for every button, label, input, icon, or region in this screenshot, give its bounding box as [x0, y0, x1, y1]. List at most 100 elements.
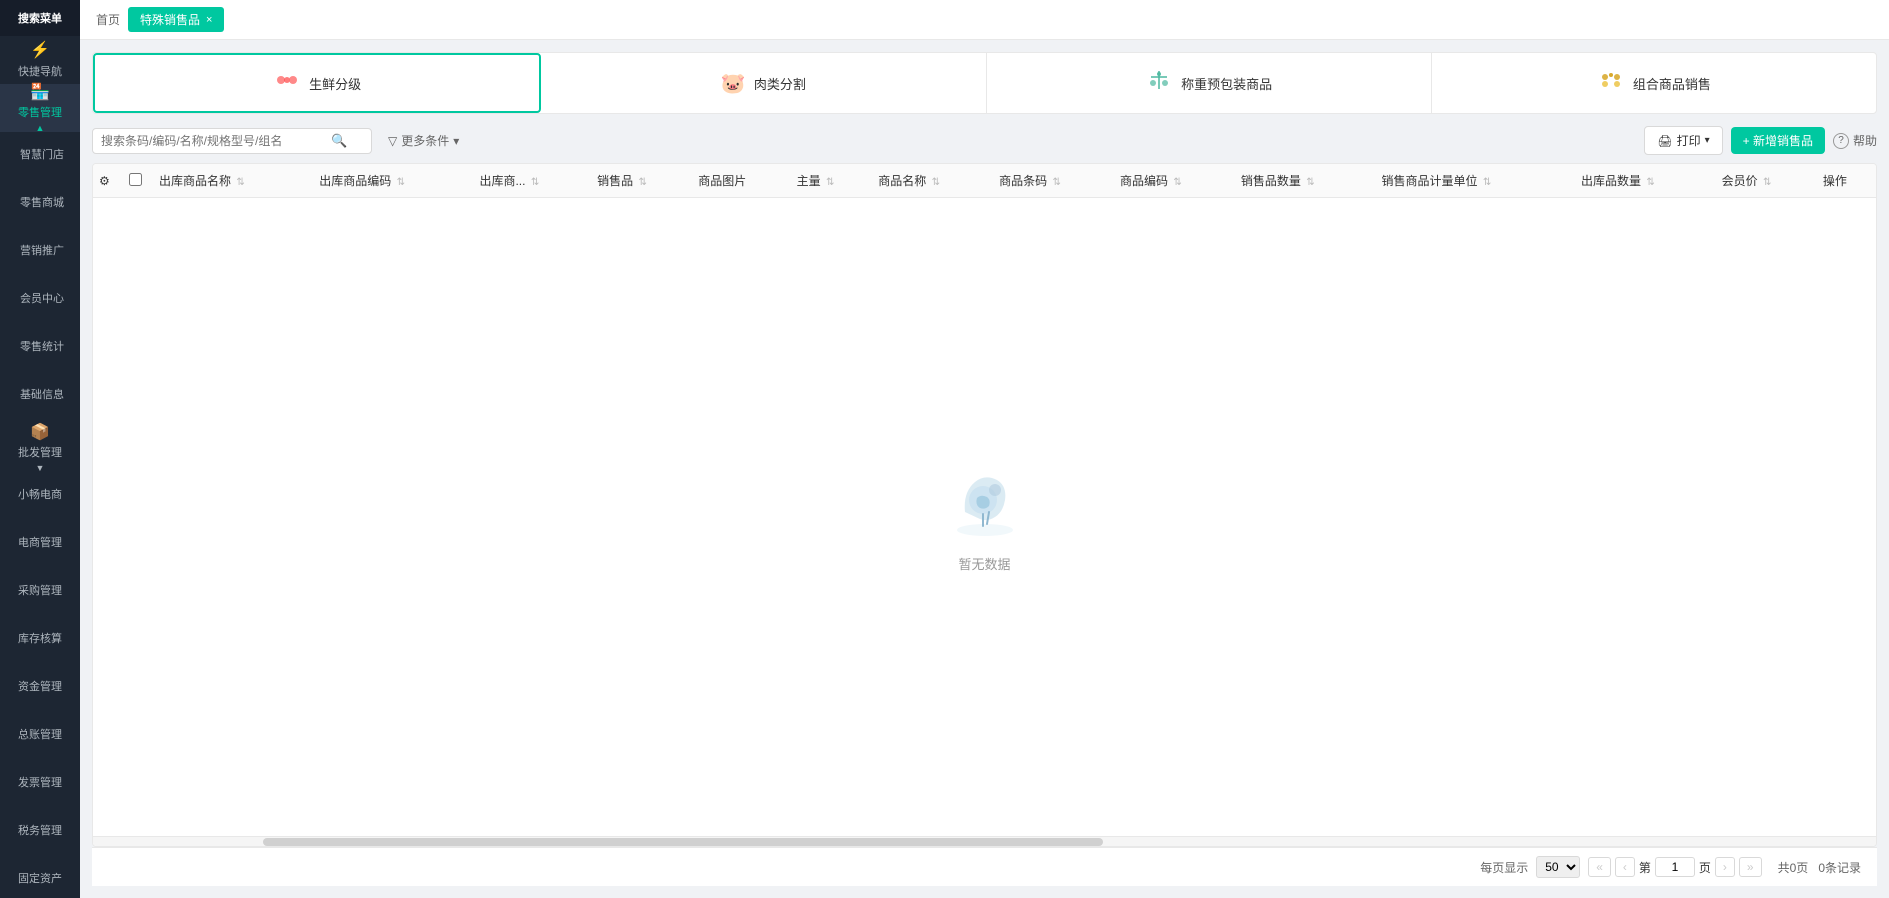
sort-icon: ⇅: [638, 177, 646, 188]
settings-icon[interactable]: ⚙: [99, 174, 110, 188]
scale-tab-label: 称重预包装商品: [1181, 74, 1272, 93]
sale-item-header[interactable]: 销售品 ⇅: [591, 164, 692, 198]
sidebar-item-label: 总账管理: [18, 728, 62, 743]
sidebar-item-smart-store[interactable]: 智慧门店: [0, 132, 80, 180]
outlet-code-header[interactable]: 出库商品编码 ⇅: [313, 164, 473, 198]
sidebar-item-ecom-mgmt[interactable]: 电商管理: [0, 520, 80, 568]
sidebar: 搜索菜单 ⚡ 快捷导航 🏪 零售管理 ▲ 智慧门店 零售商城 营销推广 会员中心…: [0, 0, 80, 898]
toolbar-right: 🖨 打印 ▾ + 新增销售品 ? 帮助: [1644, 126, 1877, 155]
sale-item-label: 销售品: [597, 174, 633, 188]
outlet-qty-header[interactable]: 出库品数量 ⇅: [1575, 164, 1716, 198]
search-input[interactable]: [101, 134, 331, 148]
print-button[interactable]: 🖨 打印 ▾: [1644, 126, 1722, 155]
outlet-name-header[interactable]: 出库商品名称 ⇅: [153, 164, 313, 198]
empty-text: 暂无数据: [958, 554, 1010, 573]
outlet-spec-header[interactable]: 出库商... ⇅: [473, 164, 591, 198]
sidebar-item-label: 税务管理: [18, 824, 62, 839]
select-all-checkbox[interactable]: [129, 173, 142, 186]
chevron-down-icon: ▾: [1705, 135, 1710, 146]
product-name-header[interactable]: 商品名称 ⇅: [872, 164, 993, 198]
sale-unit-header[interactable]: 销售商品计量单位 ⇅: [1375, 164, 1575, 198]
checkbox-col-header[interactable]: [123, 164, 153, 198]
page-number-input[interactable]: [1655, 857, 1695, 877]
sidebar-item-purchase-mgmt[interactable]: 采购管理: [0, 568, 80, 616]
main-weight-header[interactable]: 主量 ⇅: [791, 164, 873, 198]
page-first-button[interactable]: «: [1588, 857, 1611, 877]
table-container: ⚙ 出库商品名称 ⇅ 出库商品编码 ⇅: [92, 163, 1877, 847]
fresh-tab-label: 生鲜分级: [309, 74, 361, 93]
sidebar-item-retail-mall[interactable]: 零售商城: [0, 180, 80, 228]
member-price-header[interactable]: 会员价 ⇅: [1716, 164, 1817, 198]
page-next-button[interactable]: ›: [1715, 857, 1735, 877]
main-content: 首页 特殊销售品 × 生鲜分级 🐷 肉类分割: [80, 0, 1889, 898]
sort-icon: ⇅: [1483, 177, 1491, 188]
help-button[interactable]: ? 帮助: [1833, 132, 1877, 149]
sidebar-item-label: 发票管理: [18, 776, 62, 791]
active-tab[interactable]: 特殊销售品 ×: [128, 7, 224, 32]
sidebar-item-label: 资金管理: [18, 680, 62, 695]
sidebar-item-basic-info[interactable]: 基础信息: [0, 372, 80, 420]
page-total: 共0页 0条记录: [1778, 859, 1861, 876]
tab-fresh[interactable]: 生鲜分级: [93, 53, 541, 113]
page-suffix: 页: [1699, 859, 1711, 876]
main-weight-label: 主量: [797, 174, 821, 188]
retail-mgmt-icon: 🏪: [30, 82, 50, 104]
per-page-select[interactable]: 50: [1536, 856, 1580, 878]
product-img-header: 商品图片: [692, 164, 790, 198]
horizontal-scrollbar[interactable]: [93, 836, 1876, 846]
filter-button[interactable]: ▽ 更多条件 ▾: [380, 128, 467, 153]
sidebar-item-label: 营销推广: [20, 244, 64, 259]
tab-scale[interactable]: 称重预包装商品: [987, 53, 1432, 113]
fresh-icon: [273, 69, 301, 97]
sidebar-item-sales-promo[interactable]: 营销推广: [0, 228, 80, 276]
sidebar-item-tax-mgmt[interactable]: 税务管理: [0, 808, 80, 856]
chevron-down-icon: ▾: [453, 134, 459, 148]
sort-icon: ⇅: [1306, 177, 1314, 188]
outlet-spec-label: 出库商...: [479, 174, 525, 188]
product-code-header[interactable]: 商品编码 ⇅: [1114, 164, 1235, 198]
sidebar-item-label: 固定资产: [18, 872, 62, 887]
tab-meat[interactable]: 🐷 肉类分割: [541, 53, 986, 113]
help-label: 帮助: [1853, 132, 1877, 149]
page-last-button[interactable]: »: [1739, 857, 1762, 877]
sidebar-item-label: 采购管理: [18, 584, 62, 599]
tab-close-icon[interactable]: ×: [206, 14, 212, 26]
search-icon[interactable]: 🔍: [331, 133, 347, 149]
home-link[interactable]: 首页: [96, 11, 120, 28]
sort-icon: ⇅: [932, 177, 940, 188]
sidebar-item-label: 小畅电商: [18, 488, 62, 503]
product-img-label: 商品图片: [698, 174, 746, 188]
active-tab-label: 特殊销售品: [140, 11, 200, 28]
sidebar-item-fixed-assets[interactable]: 固定资产: [0, 856, 80, 898]
help-icon: ?: [1833, 133, 1849, 149]
member-price-label: 会员价: [1722, 174, 1758, 188]
sidebar-item-label: 零售管理: [18, 106, 62, 121]
sidebar-item-wholesale-mgmt[interactable]: 📦 批发管理 ▼: [0, 424, 80, 472]
print-label: 打印: [1677, 132, 1701, 149]
scrollbar-thumb[interactable]: [263, 838, 1103, 846]
sale-qty-header[interactable]: 销售品数量 ⇅: [1235, 164, 1376, 198]
settings-col-header[interactable]: ⚙: [93, 164, 123, 198]
sort-icon: ⇅: [826, 177, 834, 188]
outlet-name-label: 出库商品名称: [159, 174, 231, 188]
sidebar-item-retail-stats[interactable]: 零售统计: [0, 324, 80, 372]
per-page-label: 每页显示: [1480, 859, 1528, 876]
sidebar-item-mini-ecom[interactable]: 小畅电商: [0, 472, 80, 520]
page-nav: « ‹ 第 页 › »: [1588, 857, 1761, 877]
add-product-button[interactable]: + 新增销售品: [1731, 127, 1825, 154]
sort-icon: ⇅: [1646, 177, 1654, 188]
sidebar-item-inventory[interactable]: 库存核算: [0, 616, 80, 664]
sidebar-item-quick-nav[interactable]: ⚡ 快捷导航: [0, 36, 80, 84]
sidebar-item-label: 库存核算: [18, 632, 62, 647]
tab-combo[interactable]: 组合商品销售: [1432, 53, 1876, 113]
page-prev-button[interactable]: ‹: [1615, 857, 1635, 877]
sidebar-item-retail-mgmt[interactable]: 🏪 零售管理 ▲: [0, 84, 80, 132]
search-box[interactable]: 🔍: [92, 128, 372, 154]
empty-state: 暂无数据: [93, 198, 1876, 836]
sidebar-item-invoice-mgmt[interactable]: 发票管理: [0, 760, 80, 808]
sidebar-item-accounting[interactable]: 总账管理: [0, 712, 80, 760]
barcode-header[interactable]: 商品条码 ⇅: [993, 164, 1114, 198]
sidebar-item-member-center[interactable]: 会员中心: [0, 276, 80, 324]
action-label: 操作: [1823, 174, 1847, 188]
sidebar-item-finance[interactable]: 资金管理: [0, 664, 80, 712]
